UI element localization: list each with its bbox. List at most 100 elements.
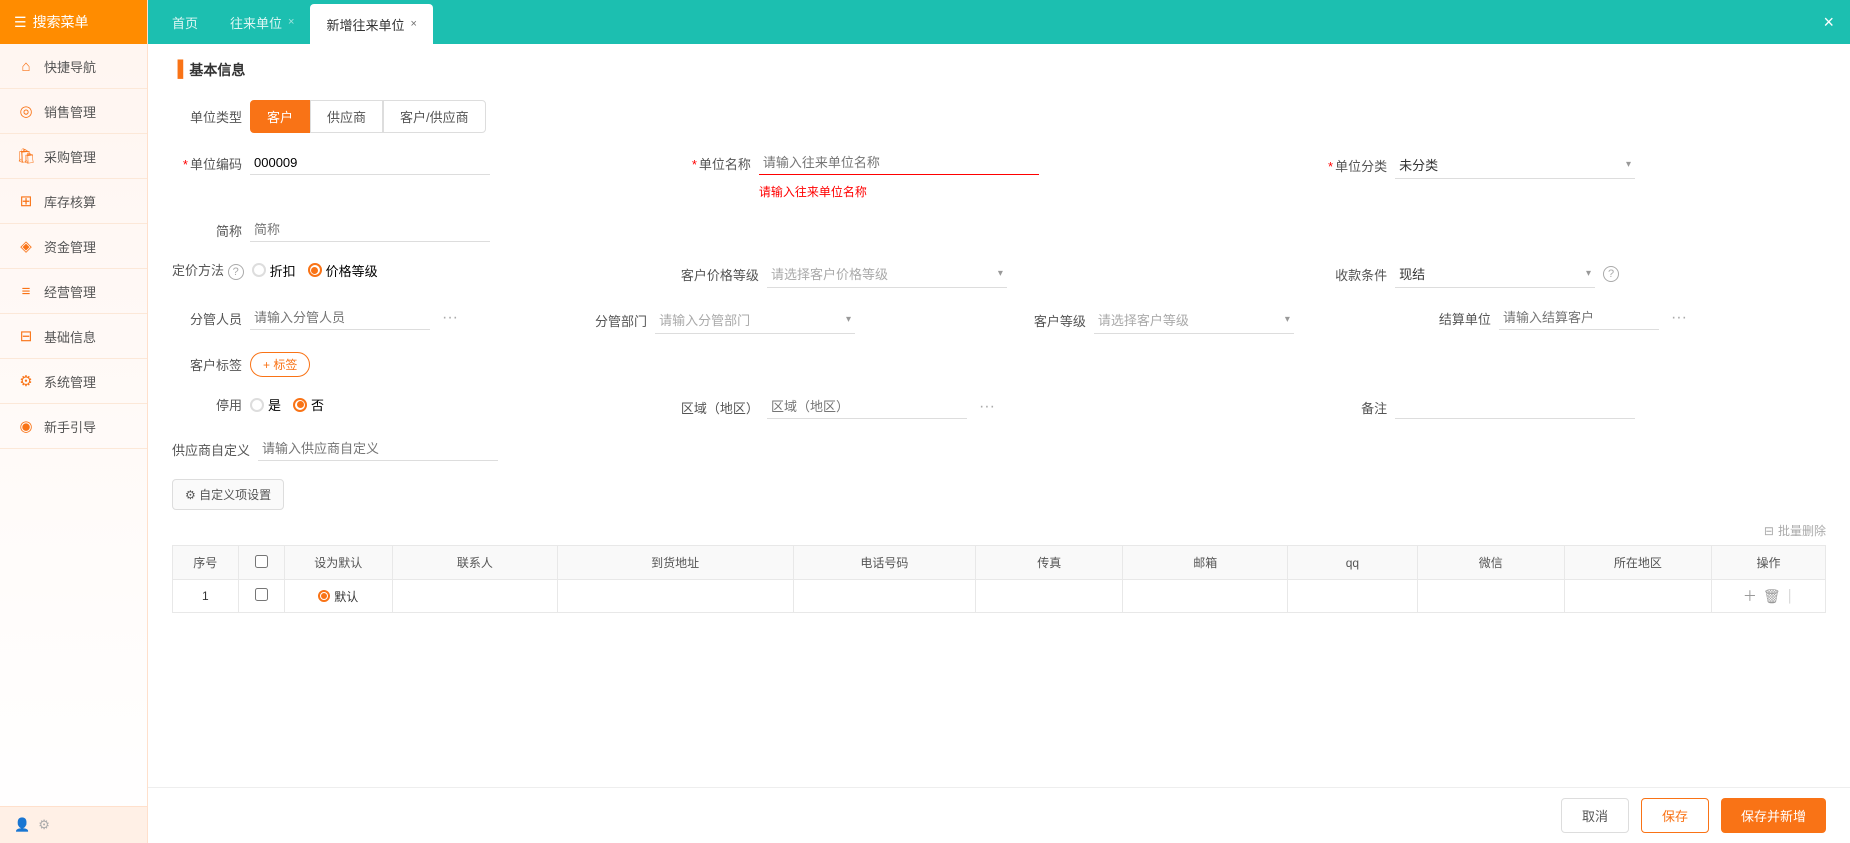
tab-new-partner[interactable]: 新增往来单位 × (310, 4, 432, 44)
sidebar-item-system[interactable]: ⚙ 系统管理 (0, 359, 147, 404)
customer-price-level-group: 客户价格等级 请选择客户价格等级 ▾ (681, 260, 1317, 288)
tab-partners-close[interactable]: × (288, 16, 294, 28)
table-region-input[interactable] (1603, 589, 1673, 604)
save-button[interactable]: 保存 (1641, 798, 1709, 833)
cell-address[interactable] (557, 580, 793, 613)
code-name-category-row: *单位编码 *单位名称 请输入往来单位名称 *单位分类 (172, 151, 1826, 200)
sidebar-item-operations[interactable]: ≡ 经营管理 (0, 269, 147, 314)
unit-name-label: *单位名称 (681, 154, 751, 173)
radio-no-inner (297, 401, 304, 408)
radio-discount[interactable]: 折扣 (252, 261, 296, 280)
cell-default[interactable]: 默认 (284, 580, 392, 613)
contacts-table: 序号 设为默认 联系人 到货地址 电话号码 传真 邮箱 qq 微信 所在地区 操… (172, 545, 1826, 613)
row-add-btn[interactable]: ＋ (1743, 586, 1757, 606)
sidebar-item-quick-nav[interactable]: ⌂ 快捷导航 (0, 44, 147, 89)
tab-home[interactable]: 首页 (156, 0, 214, 44)
table-header-row: ⊟ 批量删除 (172, 522, 1826, 539)
guide-icon: ◉ (16, 416, 36, 436)
cell-wechat[interactable] (1417, 580, 1564, 613)
unit-code-input[interactable] (250, 151, 490, 175)
tab-partners[interactable]: 往来单位 × (214, 0, 310, 44)
manager-row: 分管人员 ··· 分管部门 请输入分管部门 ▾ 客户等级 请选择客户等级 ▾ 结… (172, 306, 1826, 334)
unit-btn-both[interactable]: 客户/供应商 (383, 100, 486, 133)
unit-category-select[interactable]: 未分类 ▾ (1395, 151, 1635, 179)
short-name-input[interactable] (250, 218, 490, 242)
custom-settings-btn[interactable]: ⚙ 自定义项设置 (172, 479, 284, 510)
settings-icon[interactable]: ⚙ (38, 817, 50, 833)
phone-input[interactable] (839, 589, 929, 604)
unit-name-input[interactable] (759, 151, 1039, 175)
unit-category-label: *单位分类 (1317, 156, 1387, 175)
payment-condition-select[interactable]: 现结 ▾ (1395, 260, 1595, 288)
disabled-radio-group: 是 否 (250, 395, 324, 414)
customer-level-chevron-icon: ▾ (1285, 314, 1290, 325)
region-dots-btn[interactable]: ··· (975, 398, 999, 416)
dept-placeholder: 请输入分管部门 (659, 310, 846, 329)
batch-delete-btn[interactable]: ⊟ 批量删除 (1764, 522, 1826, 539)
sidebar-item-sales[interactable]: ◎ 销售管理 (0, 89, 147, 134)
dept-label: 分管部门 (577, 311, 647, 330)
cell-fax[interactable] (976, 580, 1123, 613)
customer-price-level-label: 客户价格等级 (681, 265, 759, 284)
default-radio[interactable]: 默认 (291, 588, 386, 605)
payment-info-icon[interactable]: ? (1603, 266, 1619, 282)
payment-condition-label: 收款条件 (1317, 265, 1387, 284)
row-del-btn[interactable]: 🗑 (1763, 588, 1781, 605)
radio-disabled-no[interactable]: 否 (293, 395, 324, 414)
row-checkbox[interactable] (255, 588, 268, 601)
sidebar-item-finance[interactable]: ◈ 资金管理 (0, 224, 147, 269)
radio-price-level-inner (311, 267, 318, 274)
tab-new-partner-close[interactable]: × (410, 18, 416, 30)
radio-price-level[interactable]: 价格等级 (308, 261, 378, 280)
customer-price-level-select[interactable]: 请选择客户价格等级 ▾ (767, 260, 1007, 288)
sidebar-item-basic-info[interactable]: ⊟ 基础信息 (0, 314, 147, 359)
region-input[interactable] (767, 395, 967, 419)
cell-checkbox[interactable] (238, 580, 284, 613)
manager-dots-btn[interactable]: ··· (438, 309, 462, 327)
supplier-custom-label: 供应商自定义 (172, 440, 250, 459)
qq-input[interactable] (1322, 589, 1382, 604)
col-address: 到货地址 (557, 546, 793, 580)
radio-price-level-circle (308, 263, 322, 277)
cell-email[interactable] (1123, 580, 1288, 613)
email-input[interactable] (1165, 589, 1245, 604)
customer-level-group: 客户等级 请选择客户等级 ▾ (1016, 306, 1421, 334)
address-input[interactable] (615, 589, 735, 604)
select-all-checkbox[interactable] (255, 555, 268, 568)
col-wechat: 微信 (1417, 546, 1564, 580)
settlement-input[interactable] (1499, 306, 1659, 330)
cell-phone[interactable] (793, 580, 976, 613)
remark-input[interactable] (1395, 395, 1635, 419)
supplier-custom-row: 供应商自定义 (172, 437, 1826, 461)
unit-btn-customer[interactable]: 客户 (250, 100, 310, 133)
sidebar-item-purchase[interactable]: 🛍 采购管理 (0, 134, 147, 179)
cell-contact[interactable] (392, 580, 557, 613)
pricing-info-icon[interactable]: ? (228, 264, 244, 280)
save-new-button[interactable]: 保存并新增 (1721, 798, 1826, 833)
sidebar-search[interactable]: ☰ 搜索菜单 (0, 0, 147, 44)
row-scroll-icon: │ (1787, 589, 1795, 603)
radio-disabled-yes[interactable]: 是 (250, 395, 281, 414)
fax-input[interactable] (1014, 589, 1084, 604)
manager-input[interactable] (250, 306, 430, 330)
cell-qq[interactable] (1288, 580, 1417, 613)
sidebar-item-guide[interactable]: ◉ 新手引导 (0, 404, 147, 449)
col-checkbox[interactable] (238, 546, 284, 580)
wechat-input[interactable] (1456, 589, 1526, 604)
cancel-button[interactable]: 取消 (1561, 798, 1629, 833)
tab-bar-close-all[interactable]: × (1815, 12, 1842, 33)
cell-region[interactable] (1564, 580, 1711, 613)
customer-level-select[interactable]: 请选择客户等级 ▾ (1094, 306, 1294, 334)
unit-type-row: 单位类型 客户 供应商 客户/供应商 (172, 100, 1826, 133)
settlement-dots-btn[interactable]: ··· (1667, 309, 1691, 327)
disabled-label: 停用 (172, 395, 242, 414)
tag-add-btn[interactable]: + 标签 (250, 352, 310, 377)
category-chevron-icon: ▾ (1626, 159, 1631, 170)
dept-select[interactable]: 请输入分管部门 ▾ (655, 306, 855, 334)
supplier-custom-input[interactable] (258, 437, 498, 461)
unit-btn-supplier[interactable]: 供应商 (310, 100, 383, 133)
contact-input[interactable] (435, 589, 515, 604)
unit-type-label: 单位类型 (172, 107, 242, 126)
unit-name-error: 请输入往来单位名称 (759, 185, 867, 199)
sidebar-item-inventory[interactable]: ⊞ 库存核算 (0, 179, 147, 224)
